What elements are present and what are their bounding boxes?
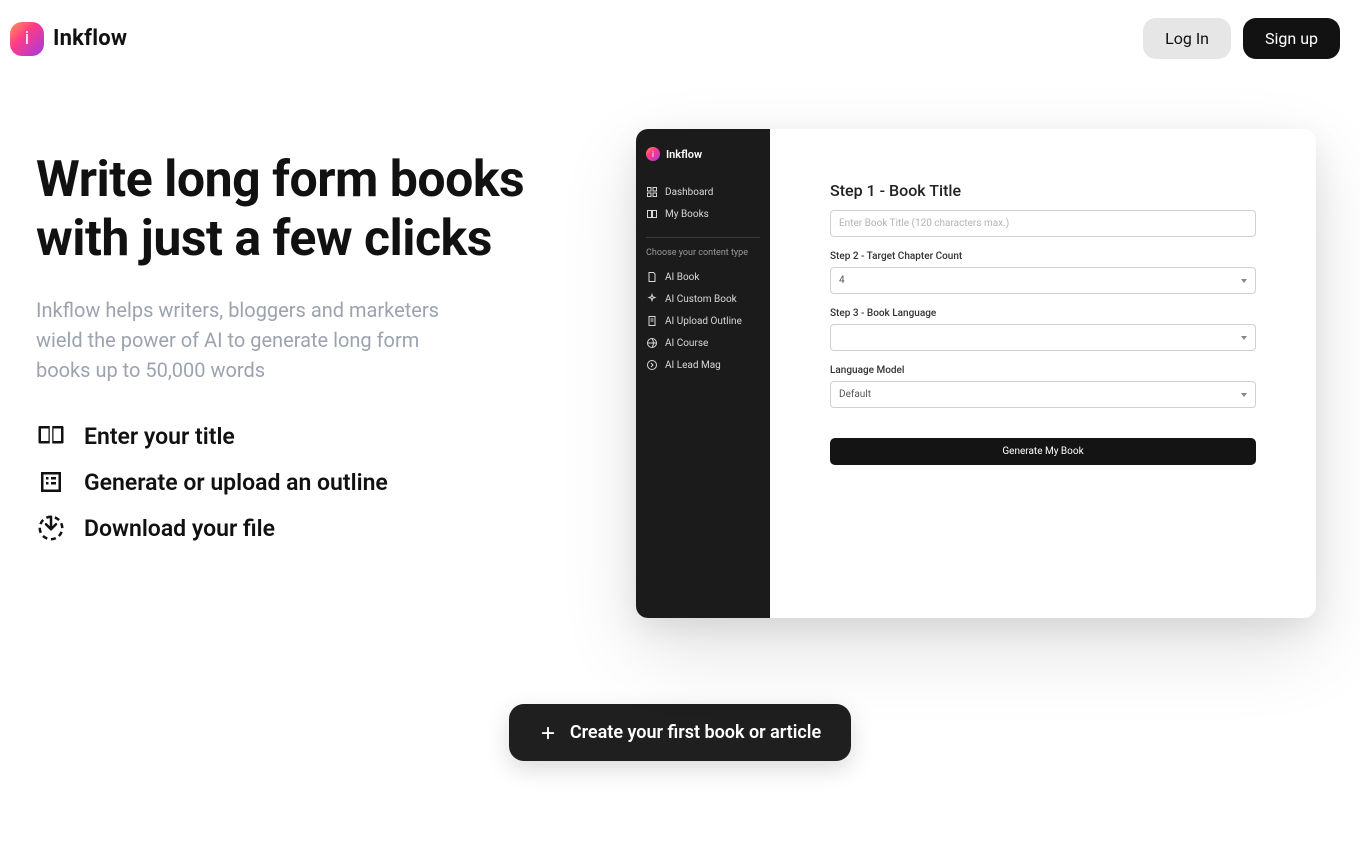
header-actions: Log In Sign up <box>1143 18 1340 59</box>
books-icon <box>646 208 658 220</box>
hero-step-label: Generate or upload an outline <box>84 469 388 496</box>
arrow-right-circle-icon <box>646 359 658 371</box>
sidebar-item-label: AI Upload Outline <box>665 316 742 327</box>
hero-preview: i Inkflow Dashboard My Books Choose your… <box>636 129 1324 618</box>
sidebar-item-label: Dashboard <box>665 187 713 198</box>
sidebar-item-ai-book[interactable]: AI Book <box>646 266 760 288</box>
globe-icon <box>646 337 658 349</box>
login-button[interactable]: Log In <box>1143 18 1231 59</box>
book-title-input[interactable] <box>830 210 1256 237</box>
generate-book-button[interactable]: Generate My Book <box>830 438 1256 465</box>
preview-sidebar: i Inkflow Dashboard My Books Choose your… <box>636 129 770 618</box>
sparkle-icon <box>646 293 658 305</box>
book-language-select[interactable] <box>830 324 1256 351</box>
hero-section: Write long form books with just a few cl… <box>0 59 1360 618</box>
upload-icon <box>646 315 658 327</box>
sidebar-item-ai-custom-book[interactable]: AI Custom Book <box>646 288 760 310</box>
hero-title: Write long form books with just a few cl… <box>36 151 596 269</box>
hero-subtitle: Inkflow helps writers, bloggers and mark… <box>36 295 476 385</box>
hero-step-3: Download your file <box>36 513 596 543</box>
sidebar-item-ai-upload-outline[interactable]: AI Upload Outline <box>646 310 760 332</box>
sidebar-item-ai-course[interactable]: AI Course <box>646 332 760 354</box>
preview-brand: Inkflow <box>666 148 702 161</box>
hero-step-2: Generate or upload an outline <box>36 467 596 497</box>
brand-name: Inkflow <box>53 26 127 51</box>
signup-button[interactable]: Sign up <box>1243 18 1340 59</box>
site-header: i Inkflow Log In Sign up <box>0 0 1360 59</box>
logo[interactable]: i Inkflow <box>10 22 127 56</box>
language-model-select[interactable]: Default <box>830 381 1256 408</box>
sidebar-item-ai-lead-mag[interactable]: AI Lead Mag <box>646 354 760 376</box>
dashboard-icon <box>646 186 658 198</box>
form-step3-label: Step 3 - Book Language <box>830 308 1256 319</box>
plus-icon <box>539 724 557 742</box>
sidebar-item-label: My Books <box>665 209 709 220</box>
hero-step-1: Enter your title <box>36 421 596 451</box>
form-step1-title: Step 1 - Book Title <box>830 181 1256 200</box>
sidebar-section-label: Choose your content type <box>646 248 760 258</box>
sidebar-item-dashboard[interactable]: Dashboard <box>646 181 760 203</box>
list-icon <box>36 467 66 497</box>
cta-label: Create your first book or article <box>570 722 821 743</box>
cta-section: Create your first book or article <box>0 704 1360 761</box>
preview-logo: i Inkflow <box>646 147 760 161</box>
file-icon <box>646 271 658 283</box>
app-preview: i Inkflow Dashboard My Books Choose your… <box>636 129 1316 618</box>
sidebar-item-label: AI Custom Book <box>665 294 737 305</box>
logo-icon: i <box>10 22 44 56</box>
download-icon <box>36 513 66 543</box>
chapter-count-select[interactable]: 4 <box>830 267 1256 294</box>
preview-form: Step 1 - Book Title Step 2 - Target Chap… <box>770 129 1316 618</box>
sidebar-item-mybooks[interactable]: My Books <box>646 203 760 225</box>
book-open-icon <box>36 421 66 451</box>
sidebar-item-label: AI Course <box>665 338 708 349</box>
hero-copy: Write long form books with just a few cl… <box>36 129 596 618</box>
sidebar-item-label: AI Lead Mag <box>665 360 721 371</box>
hero-step-label: Download your file <box>84 515 275 542</box>
create-first-book-button[interactable]: Create your first book or article <box>509 704 851 761</box>
form-lm-label: Language Model <box>830 365 1256 376</box>
sidebar-divider <box>646 237 760 238</box>
hero-steps: Enter your title Generate or upload an o… <box>36 421 596 543</box>
hero-step-label: Enter your title <box>84 423 235 450</box>
sidebar-item-label: AI Book <box>665 272 699 283</box>
preview-logo-icon: i <box>646 147 660 161</box>
form-step2-label: Step 2 - Target Chapter Count <box>830 251 1256 262</box>
